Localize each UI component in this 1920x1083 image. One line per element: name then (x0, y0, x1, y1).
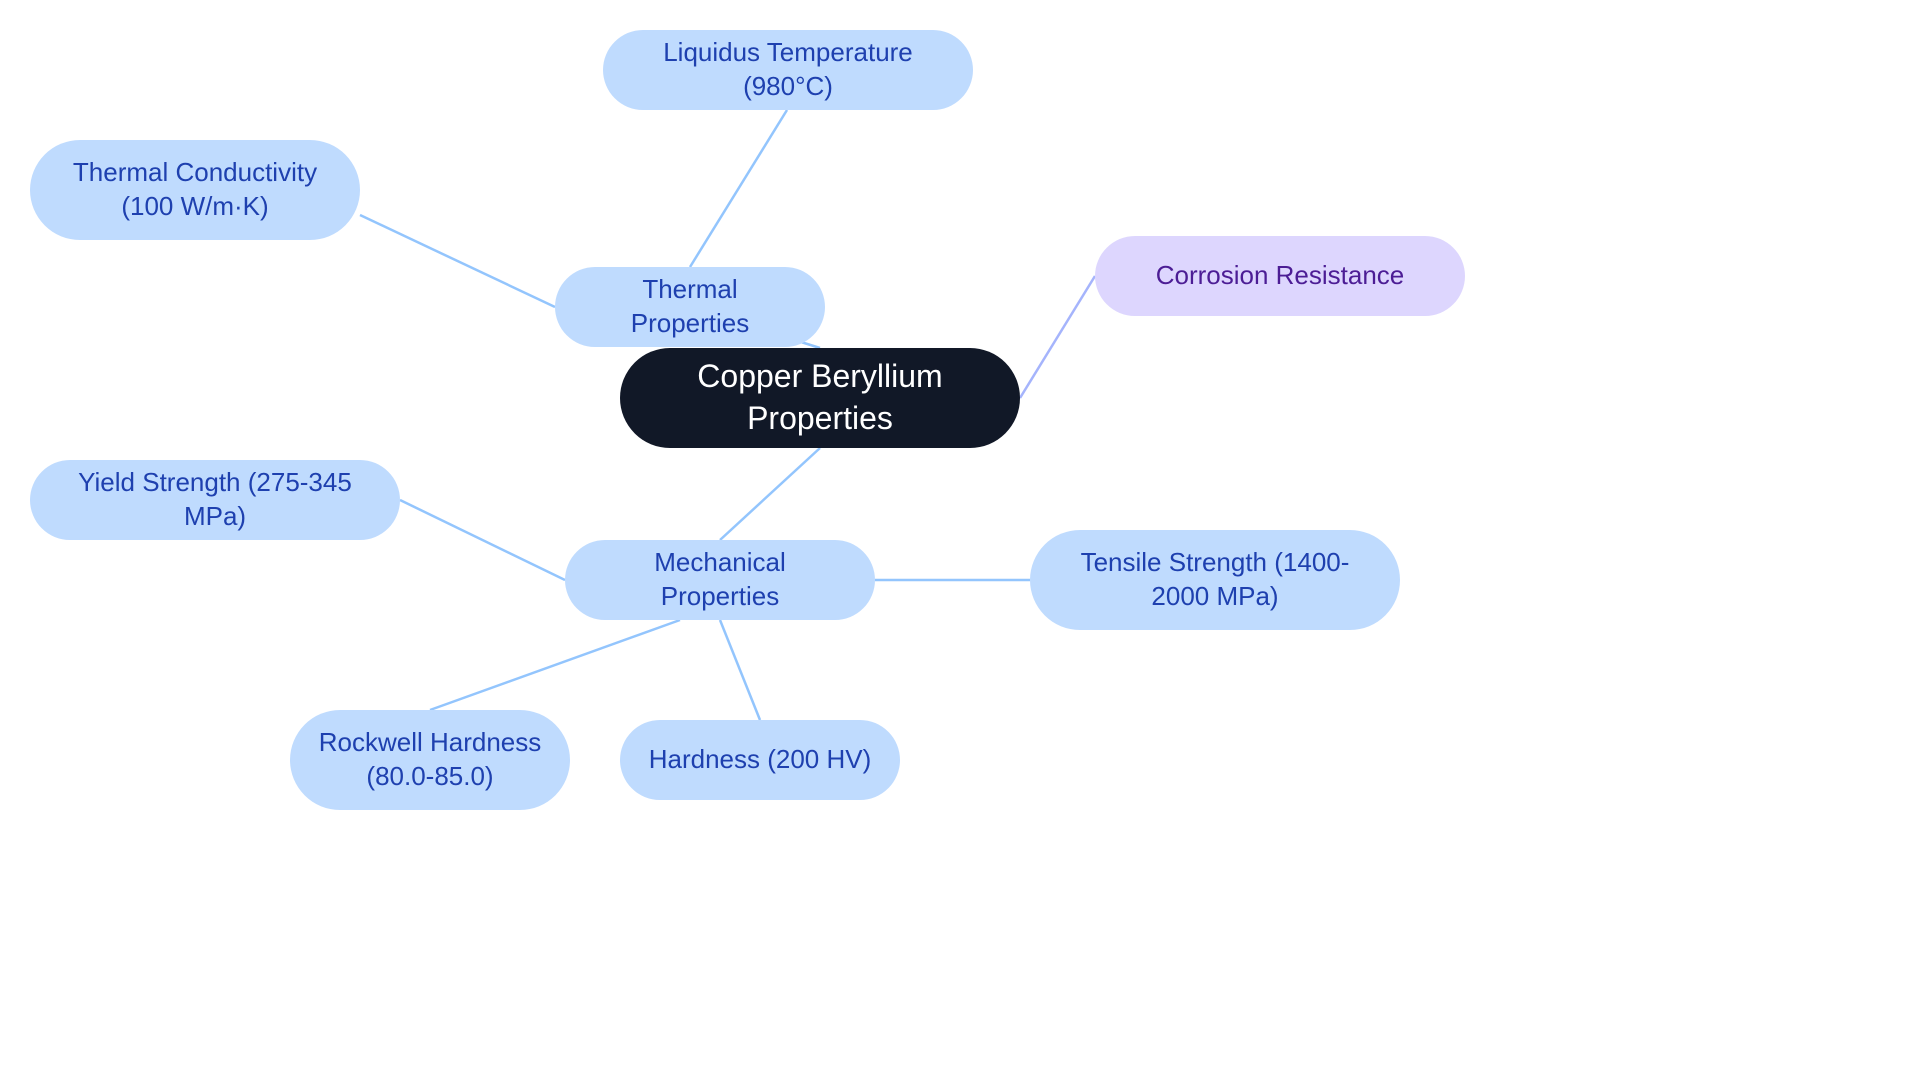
liquidus-label: Liquidus Temperature (980°C) (631, 36, 945, 104)
corrosion-label: Corrosion Resistance (1156, 259, 1405, 293)
conductivity-label: Thermal Conductivity (100 W/m·K) (58, 156, 332, 224)
rockwell-hardness-node: Rockwell Hardness (80.0-85.0) (290, 710, 570, 810)
yield-strength-node: Yield Strength (275-345 MPa) (30, 460, 400, 540)
yield-label: Yield Strength (275-345 MPa) (58, 466, 372, 534)
tensile-strength-node: Tensile Strength (1400-2000 MPa) (1030, 530, 1400, 630)
thermal-conductivity-node: Thermal Conductivity (100 W/m·K) (30, 140, 360, 240)
tensile-label: Tensile Strength (1400-2000 MPa) (1058, 546, 1372, 614)
liquidus-temperature-node: Liquidus Temperature (980°C) (603, 30, 973, 110)
mechanical-label: Mechanical Properties (593, 546, 847, 614)
hardness-node: Hardness (200 HV) (620, 720, 900, 800)
corrosion-resistance-node: Corrosion Resistance (1095, 236, 1465, 316)
rockwell-label: Rockwell Hardness (80.0-85.0) (318, 726, 542, 794)
mechanical-properties-node: Mechanical Properties (565, 540, 875, 620)
hardness-label: Hardness (200 HV) (649, 743, 872, 777)
center-node: Copper Beryllium Properties (620, 348, 1020, 448)
center-label: Copper Beryllium Properties (648, 356, 992, 439)
thermal-label: Thermal Properties (583, 273, 797, 341)
thermal-properties-node: Thermal Properties (555, 267, 825, 347)
